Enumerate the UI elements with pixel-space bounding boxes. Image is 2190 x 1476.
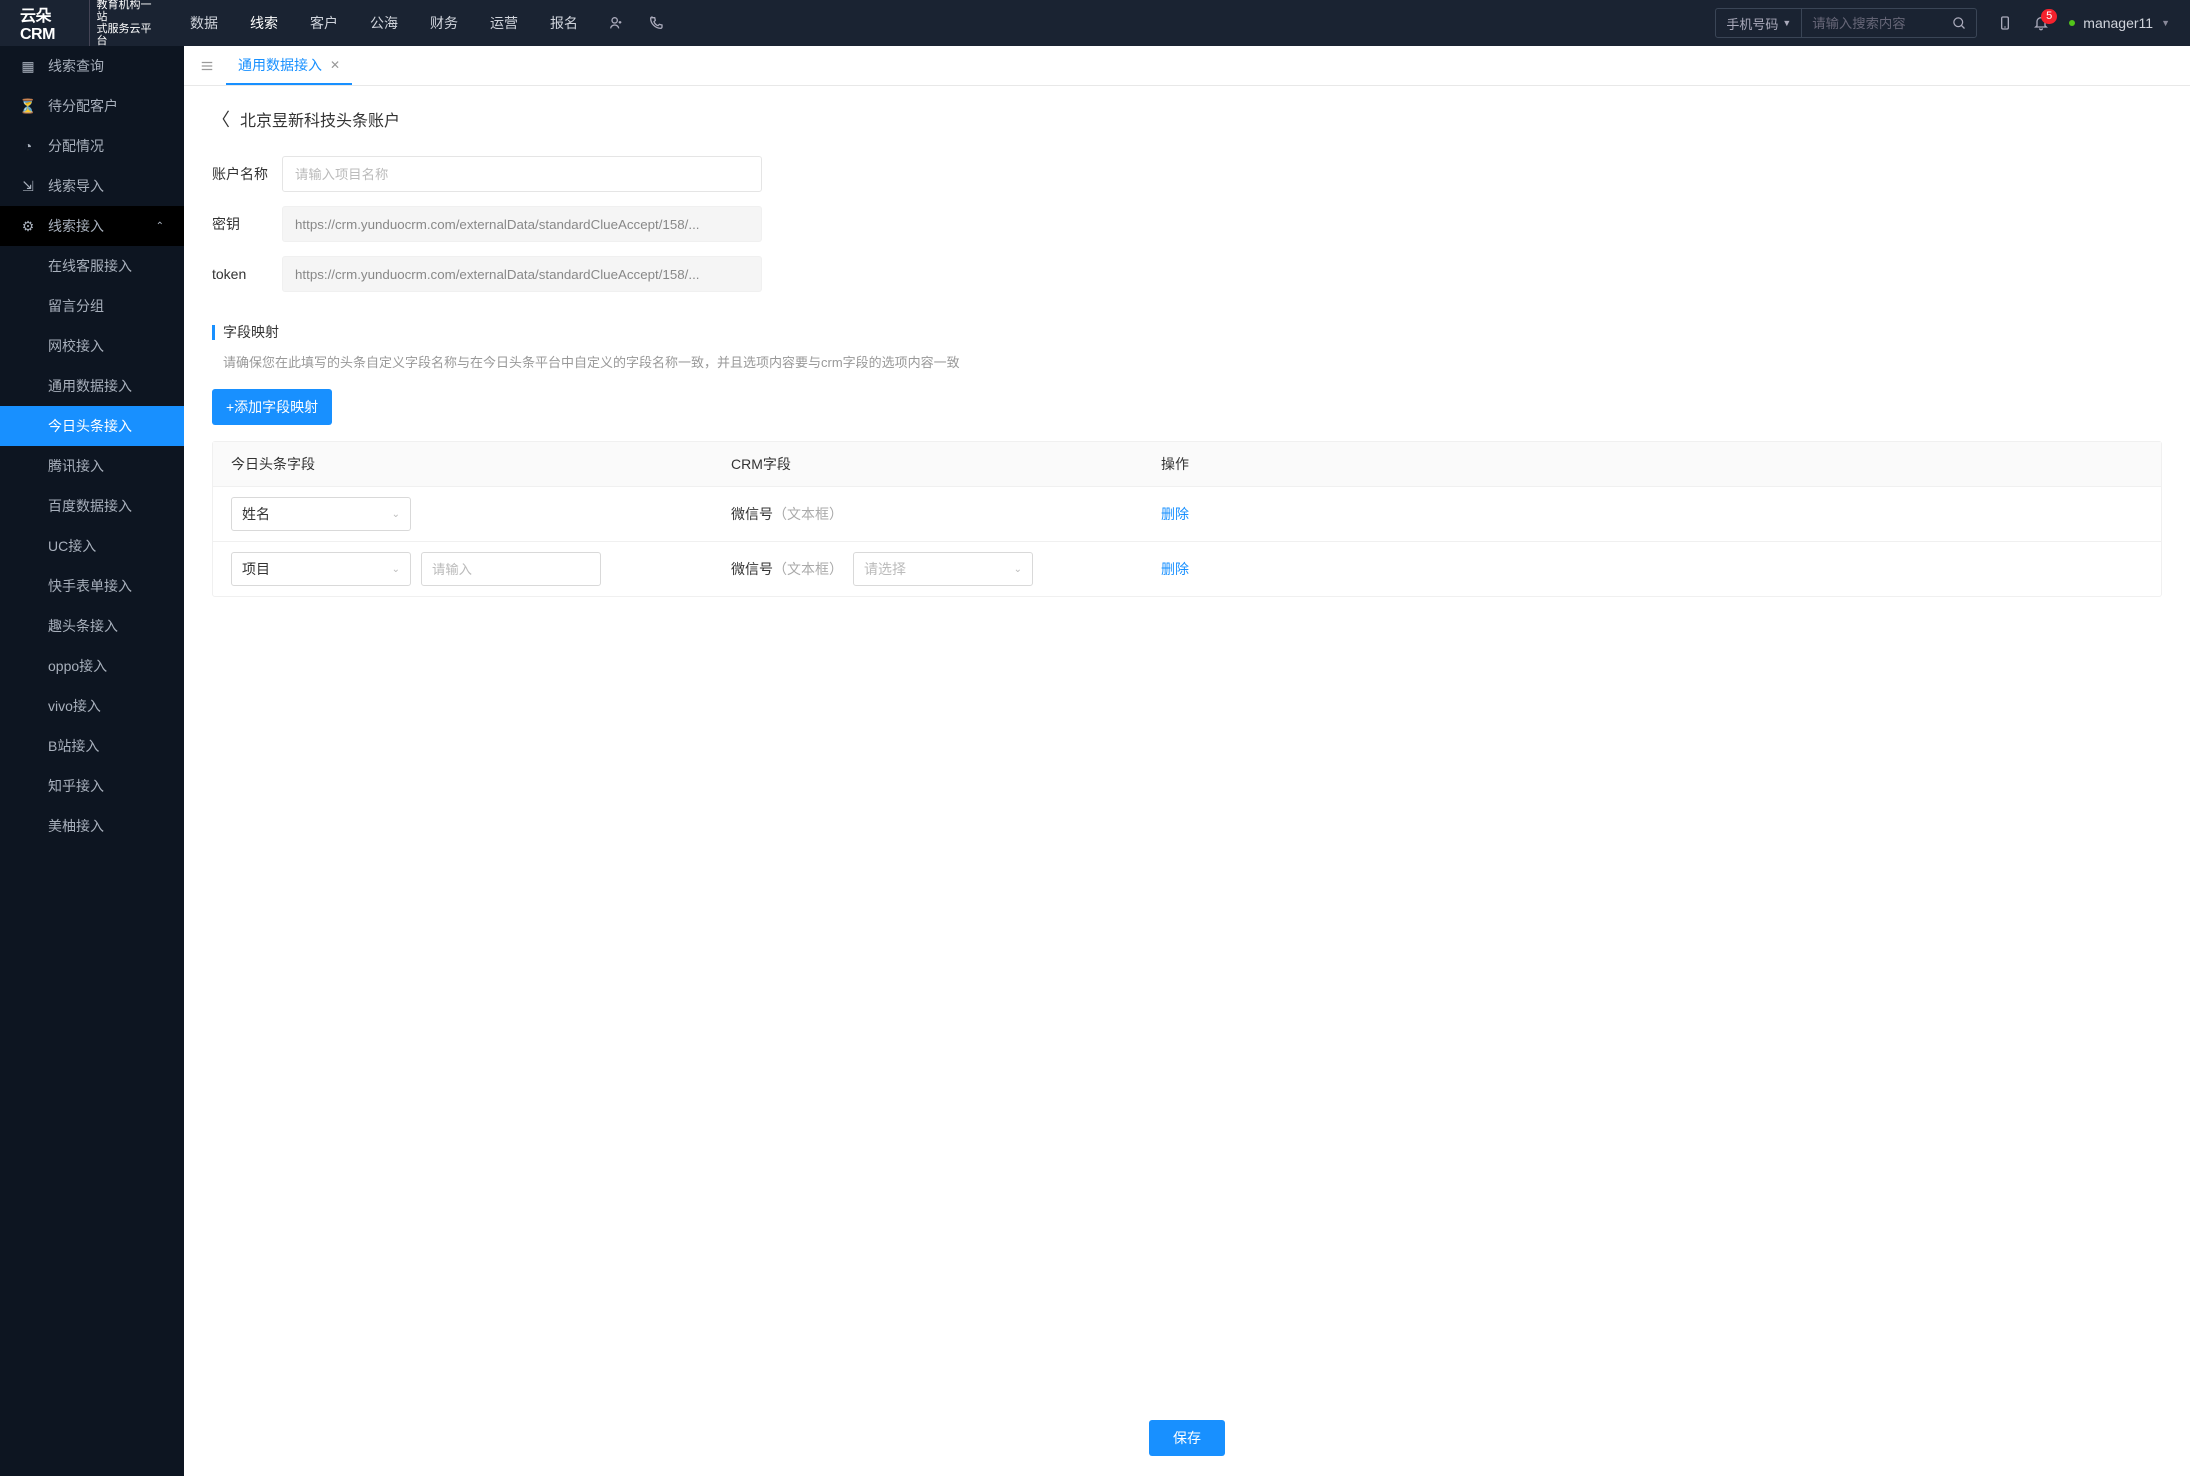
user-menu[interactable]: manager11 ▼ [2069,15,2170,31]
sidebar-item[interactable]: ▦线索查询 [0,46,184,86]
save-button[interactable]: 保存 [1149,1420,1225,1456]
sidebar-sub-item[interactable]: 网校接入 [0,326,184,366]
page-title: 北京昱新科技头条账户 [240,107,400,131]
sidebar-item[interactable]: ⚙线索接入⌃ [0,206,184,246]
input-account-name[interactable] [282,156,762,192]
sidebar-icon: ⚙ [20,218,36,234]
delete-link[interactable]: 删除 [1161,561,1189,577]
section-title: 字段映射 [223,322,279,342]
delete-link[interactable]: 删除 [1161,506,1189,522]
close-icon[interactable]: ✕ [330,58,340,72]
breadcrumb: 〈 北京昱新科技头条账户 [212,106,2162,132]
search-type-select[interactable]: 手机号码 ▼ [1716,9,1802,37]
search-button[interactable] [1942,9,1976,37]
tt-field-input[interactable] [421,552,601,586]
sidebar-icon: ▦ [20,58,36,74]
logo: 云朵CRM 教育机构一站 式服务云平台 [20,0,160,47]
sidebar-sub-item[interactable]: 今日头条接入 [0,406,184,446]
nav-item[interactable]: 运营 [490,13,518,33]
nav-item[interactable]: 财务 [430,13,458,33]
input-key[interactable] [282,206,762,242]
menu-toggle-icon[interactable] [196,55,218,77]
sidebar-sub-item[interactable]: 留言分组 [0,286,184,326]
sidebar-sub-item[interactable]: 腾讯接入 [0,446,184,486]
chevron-down-icon: ▼ [1782,18,1791,28]
chevron-down-icon: ⌄ [1014,564,1022,575]
phone-icon[interactable] [648,15,664,31]
input-token[interactable] [282,256,762,292]
chevron-down-icon: ▼ [2161,18,2170,28]
search-input[interactable] [1802,9,1942,37]
sidebar-sub-item[interactable]: 快手表单接入 [0,566,184,606]
sidebar-icon: ◔ [20,138,36,154]
notification-badge: 5 [2041,9,2057,24]
label-account-name: 账户名称 [212,164,282,184]
sidebar-sub-item[interactable]: vivo接入 [0,686,184,726]
add-mapping-button[interactable]: +添加字段映射 [212,389,332,425]
status-dot [2069,20,2075,26]
top-nav: 数据 线索 客户 公海 财务 运营 报名 [190,13,578,33]
tt-field-select[interactable]: 姓名⌄ [231,497,411,531]
user-add-icon[interactable] [608,15,624,31]
nav-item[interactable]: 报名 [550,13,578,33]
sidebar-sub-item[interactable]: 美柚接入 [0,806,184,846]
content: 〈 北京昱新科技头条账户 账户名称 密钥 token 字段映射 请确保您 [184,86,2190,1400]
table-header: 今日头条字段 CRM字段 操作 [213,442,2161,486]
label-token: token [212,266,282,282]
chevron-down-icon: ⌄ [392,564,400,575]
tt-field-select[interactable]: 项目⌄ [231,552,411,586]
sidebar-icon: ⇲ [20,178,36,194]
sidebar-sub-item[interactable]: 通用数据接入 [0,366,184,406]
mobile-icon[interactable] [1997,15,2013,31]
table-row: 姓名⌄微信号（文本框）删除 [213,486,2161,541]
sidebar-item[interactable]: ⇲线索导入 [0,166,184,206]
tab-active[interactable]: 通用数据接入 ✕ [226,47,352,85]
chevron-icon: ⌃ [156,221,164,232]
nav-item[interactable]: 数据 [190,13,218,33]
sidebar-sub-item[interactable]: 趣头条接入 [0,606,184,646]
sidebar-sub-item[interactable]: 在线客服接入 [0,246,184,286]
main-area: 通用数据接入 ✕ 〈 北京昱新科技头条账户 账户名称 密钥 token [184,46,2190,1476]
sidebar-sub-item[interactable]: UC接入 [0,526,184,566]
label-key: 密钥 [212,214,282,234]
search-box: 手机号码 ▼ [1715,8,1977,38]
table-row: 项目⌄微信号（文本框）请选择⌄删除 [213,541,2161,596]
sidebar-item[interactable]: ⏳待分配客户 [0,86,184,126]
tabs-bar: 通用数据接入 ✕ [184,46,2190,86]
nav-item[interactable]: 线索 [250,13,278,33]
sidebar-sub-item[interactable]: oppo接入 [0,646,184,686]
mapping-table: 今日头条字段 CRM字段 操作 姓名⌄微信号（文本框）删除项目⌄微信号（文本框）… [212,441,2162,597]
sidebar-sub-item[interactable]: B站接入 [0,726,184,766]
sidebar-sub-item[interactable]: 知乎接入 [0,766,184,806]
sidebar-sub-item[interactable]: 百度数据接入 [0,486,184,526]
nav-item[interactable]: 公海 [370,13,398,33]
section-hint: 请确保您在此填写的头条自定义字段名称与在今日头条平台中自定义的字段名称一致，并且… [212,352,2162,371]
chevron-down-icon: ⌄ [392,509,400,520]
top-bar: 云朵CRM 教育机构一站 式服务云平台 数据 线索 客户 公海 财务 运营 报名 手机号码 … [0,0,2190,46]
back-icon[interactable]: 〈 [212,106,230,132]
sidebar-item[interactable]: ◔分配情况 [0,126,184,166]
nav-item[interactable]: 客户 [310,13,338,33]
sidebar-icon: ⏳ [20,98,36,114]
crm-field-select[interactable]: 请选择⌄ [853,552,1033,586]
logo-text: 云朵CRM [20,2,83,44]
bell-icon[interactable]: 5 [2033,15,2049,31]
sidebar: ▦线索查询⏳待分配客户◔分配情况⇲线索导入⚙线索接入⌃在线客服接入留言分组网校接… [0,46,184,1476]
